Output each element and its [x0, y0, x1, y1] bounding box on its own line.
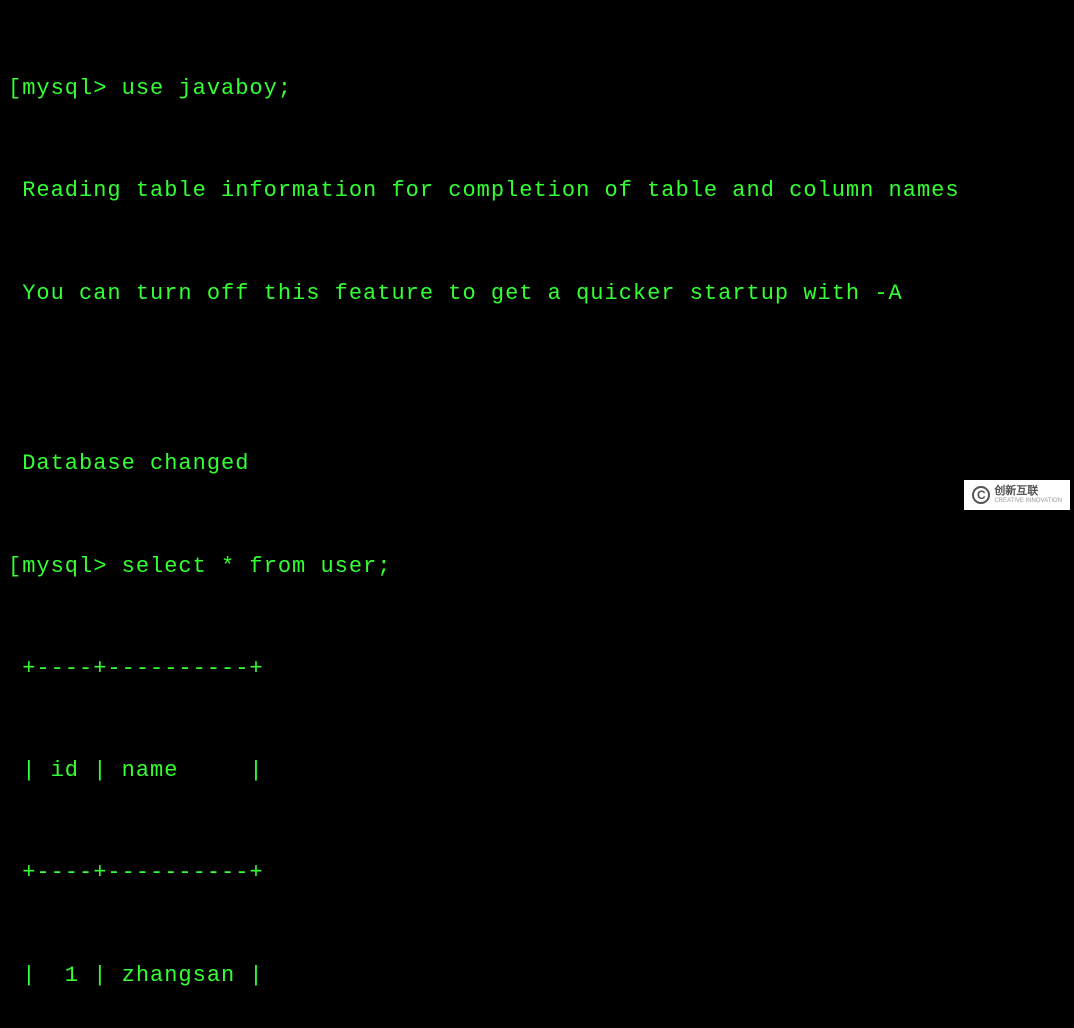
command-line-use: [mysql> use javaboy; [8, 72, 1066, 106]
watermark-logo-icon: C [972, 486, 990, 504]
command-line-select: [mysql> select * from user; [8, 550, 1066, 584]
table-border-top: +----+----------+ [8, 652, 1066, 686]
table-border-mid: +----+----------+ [8, 856, 1066, 890]
watermark-text: 创新互联 CREATIVE INNOVATION [994, 486, 1062, 504]
table-row: | 1 | zhangsan | [8, 959, 1066, 993]
terminal-output: [mysql> use javaboy; Reading table infor… [8, 4, 1066, 1028]
output-turn-off-hint: You can turn off this feature to get a q… [8, 277, 1066, 311]
watermark-cn: 创新互联 [994, 486, 1062, 497]
output-reading-info: Reading table information for completion… [8, 174, 1066, 208]
watermark: C 创新互联 CREATIVE INNOVATION [964, 480, 1070, 510]
table-header: | id | name | [8, 754, 1066, 788]
output-db-changed: Database changed [8, 447, 1066, 481]
watermark-en: CREATIVE INNOVATION [994, 498, 1062, 504]
